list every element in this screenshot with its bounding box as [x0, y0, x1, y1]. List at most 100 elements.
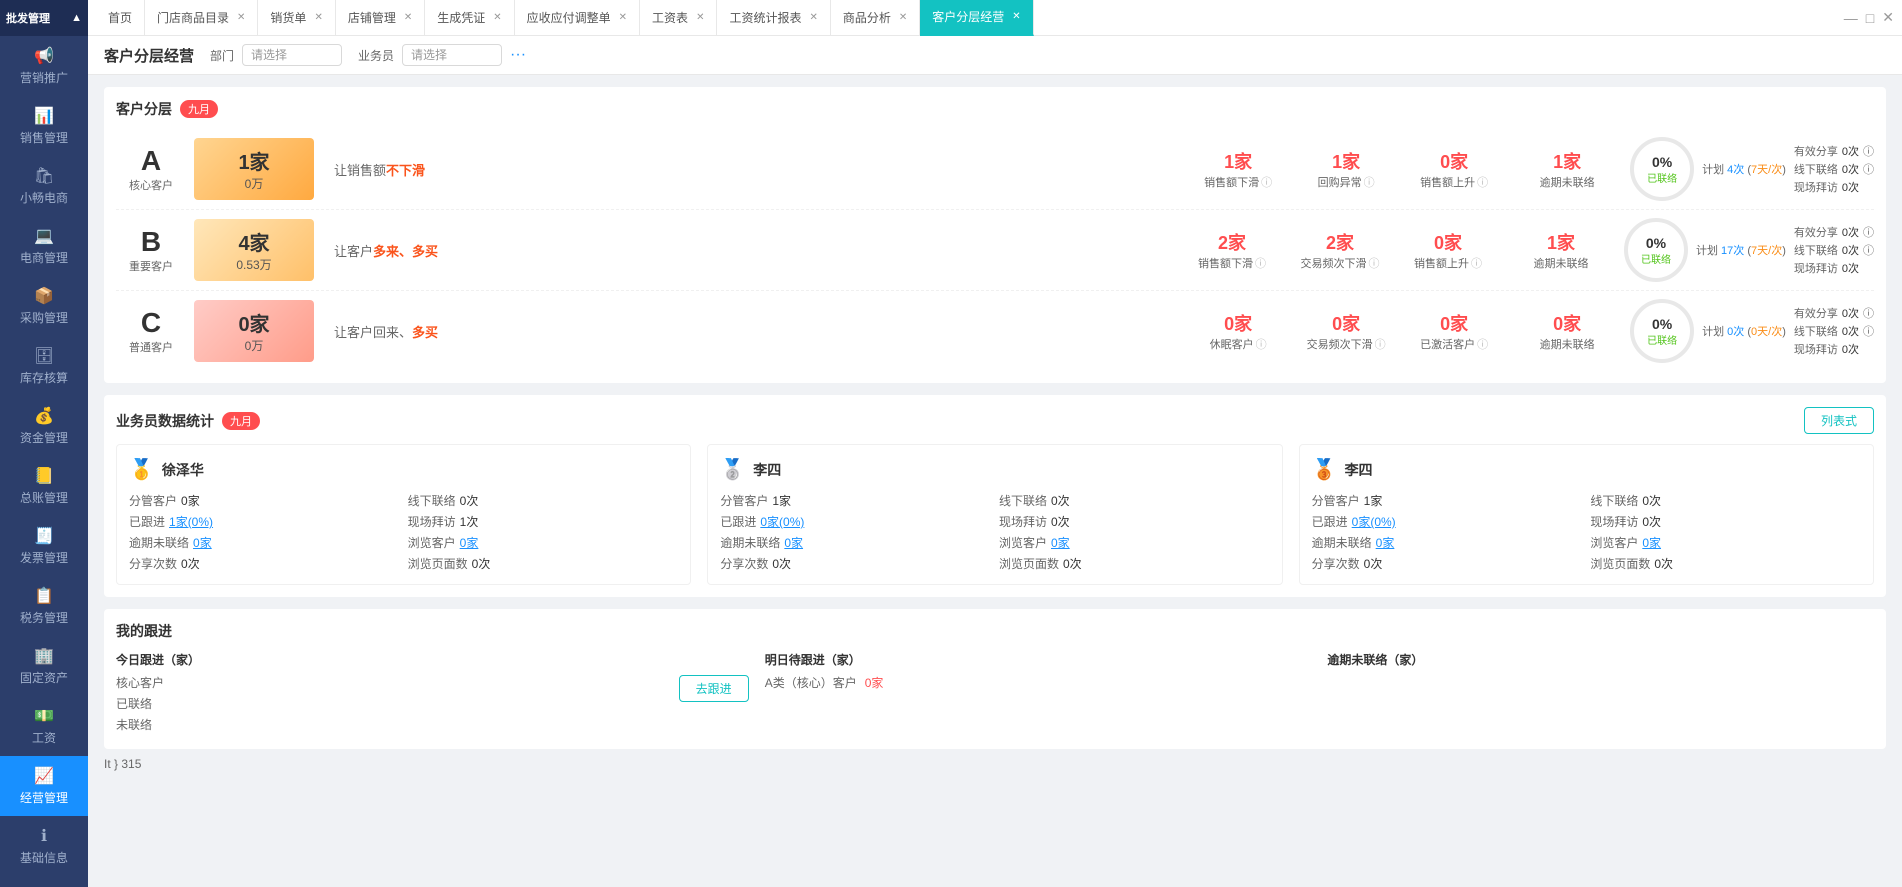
tier-right-stats-c: 有效分享 0次ⓘ 线下联络 0次ⓘ 现场拜访 0次: [1794, 305, 1874, 357]
tier-stat-count-b-2: 0家: [1434, 229, 1462, 255]
stat-line-a-0: 有效分享 0次ⓘ: [1794, 143, 1874, 159]
list-view-button[interactable]: 列表式: [1804, 407, 1874, 434]
sidebar-item-营销推广[interactable]: 📢 营销推广: [0, 36, 88, 96]
tier-bar-c[interactable]: 0家 0万: [194, 300, 314, 362]
tab-close-生成凭证[interactable]: ✕: [493, 12, 501, 23]
tier-stat-count-b-0: 2家: [1218, 229, 1246, 255]
tab-商品分析[interactable]: 商品分析 ✕: [831, 0, 920, 36]
tier-stat-count-b-1: 2家: [1326, 229, 1354, 255]
tier-bar-b[interactable]: 4家 0.53万: [194, 219, 314, 281]
bottom-text-area: It } 315: [104, 749, 1886, 779]
tab-close-客户分层经营[interactable]: ✕: [1012, 11, 1020, 22]
stat-label: 现场拜访: [1794, 179, 1838, 195]
tier-contact-count-c: 0家: [1553, 310, 1581, 336]
tab-应收应付调整单[interactable]: 应收应付调整单 ✕: [515, 0, 640, 36]
tier-amount-a: 0万: [245, 175, 264, 192]
sidebar-item-发票管理[interactable]: 🧾 发票管理: [0, 516, 88, 576]
sidebar-item-工资[interactable]: 💵 工资: [0, 696, 88, 756]
tab-首页[interactable]: 首页: [96, 0, 145, 36]
page-title: 客户分层经营: [104, 45, 194, 66]
tier-stat-b-1[interactable]: 2家 交易频次下滑 ⓘ: [1290, 229, 1390, 271]
tab-close-工资统计报表[interactable]: ✕: [809, 12, 817, 23]
goto-follow-button[interactable]: 去跟进: [679, 675, 749, 702]
tab-客户分层经营[interactable]: 客户分层经营 ✕: [920, 0, 1033, 36]
tab-close-all-icon[interactable]: ✕: [1882, 9, 1894, 26]
biz-stat-浏览页面数-1: 浏览页面数 0次: [999, 555, 1270, 572]
tab-close-商品分析[interactable]: ✕: [899, 12, 907, 23]
sidebar-icon-电商管理: 💻: [34, 226, 54, 246]
biz-stat-分管客户-1: 分管客户 1家: [720, 492, 991, 509]
sidebar-item-固定资产[interactable]: 🏢 固定资产: [0, 636, 88, 696]
tab-销货单[interactable]: 销货单 ✕: [258, 0, 335, 36]
sidebar-collapse-icon[interactable]: ▲: [71, 12, 82, 24]
biz-stat-逾期未联络-0: 逾期未联络 0家: [129, 534, 400, 551]
tab-店铺管理[interactable]: 店铺管理 ✕: [336, 0, 425, 36]
biz-medal-1: 🥈: [720, 457, 745, 482]
tier-label-a: A 核心客户: [116, 145, 186, 193]
stat-label: 线下联络: [1794, 323, 1838, 339]
tier-stat-label-c-0: 休眠客户 ⓘ: [1210, 336, 1267, 352]
tier-stat-c-1[interactable]: 0家 交易频次下滑 ⓘ: [1296, 310, 1396, 352]
tab-minimize-icon[interactable]: —: [1844, 10, 1858, 26]
follow-tomorrow-row-0: A类（核心）客户 0家: [765, 674, 1312, 691]
sidebar-icon-工资: 💵: [34, 706, 54, 726]
sidebar-item-基础信息[interactable]: ℹ 基础信息: [0, 816, 88, 876]
biz-stats-title-group: 业务员数据统计 九月: [116, 411, 260, 431]
biz-stats-section: 业务员数据统计 九月 列表式 🥇 徐泽华 分管客户 0家: [104, 395, 1886, 597]
sidebar-label-电商管理: 电商管理: [20, 249, 68, 266]
biz-stat-浏览客户-1: 浏览客户 0家: [999, 534, 1270, 551]
tab-close-店铺管理[interactable]: ✕: [404, 12, 412, 23]
tier-stat-c-0[interactable]: 0家 休眠客户 ⓘ: [1188, 310, 1288, 352]
sidebar-label-采购管理: 采购管理: [20, 309, 68, 326]
filter-dots-icon[interactable]: ···: [510, 46, 526, 64]
tab-生成凭证[interactable]: 生成凭证 ✕: [425, 0, 514, 36]
follow-tomorrow-title: 明日待跟进（家）: [765, 651, 1312, 668]
tab-close-门店商品目录[interactable]: ✕: [237, 12, 245, 23]
tab-工资统计报表[interactable]: 工资统计报表 ✕: [717, 0, 830, 36]
biz-stat-逾期未联络-1: 逾期未联络 0家: [720, 534, 991, 551]
sidebar-item-电商管理[interactable]: 💻 电商管理: [0, 216, 88, 276]
dept-select[interactable]: 请选择: [242, 44, 342, 66]
tab-restore-icon[interactable]: □: [1866, 10, 1874, 26]
biz-person-1: 🥈 李四: [720, 457, 1269, 482]
tier-stat-b-2[interactable]: 0家 销售额上升 ⓘ: [1398, 229, 1498, 271]
sidebar-item-经营管理[interactable]: 📈 经营管理: [0, 756, 88, 816]
sidebar-item-税务管理[interactable]: 📋 税务管理: [0, 576, 88, 636]
sales-select[interactable]: 请选择: [402, 44, 502, 66]
tier-stat-label-b-0: 销售额下滑 ⓘ: [1198, 255, 1266, 271]
sidebar-header[interactable]: 批发管理 ▲: [0, 0, 88, 36]
tier-slogan-a: 让销售额不下滑: [322, 160, 1180, 179]
tier-bar-a[interactable]: 1家 0万: [194, 138, 314, 200]
tier-stat-c-2[interactable]: 0家 已激活客户 ⓘ: [1404, 310, 1504, 352]
stat-label: 现场拜访: [1794, 260, 1838, 276]
biz-stat-现场拜访-2: 现场拜访 0次: [1590, 513, 1861, 530]
tab-门店商品目录[interactable]: 门店商品目录 ✕: [145, 0, 258, 36]
tab-close-工资表[interactable]: ✕: [696, 12, 704, 23]
follow-grid: 今日跟进（家） 核心客户 已联络 未联络 去跟进: [116, 651, 1874, 737]
follow-today-label-2: 未联络: [116, 716, 152, 733]
tier-slogan-b: 让客户多来、多买: [322, 241, 1174, 260]
tier-stat-b-0[interactable]: 2家 销售额下滑 ⓘ: [1182, 229, 1282, 271]
tier-stat-a-1[interactable]: 1家 回购异常 ⓘ: [1296, 148, 1396, 190]
tier-slogan-c: 让客户回来、多买: [322, 322, 1180, 341]
tier-stat-label-b-1: 交易频次下滑 ⓘ: [1300, 255, 1379, 271]
tier-name-b: 重要客户: [129, 258, 173, 274]
biz-stat-已跟进-1: 已跟进 0家(0%): [720, 513, 991, 530]
tier-stat-a-2[interactable]: 0家 销售额上升 ⓘ: [1404, 148, 1504, 190]
sidebar-item-库存核算[interactable]: 🗄 库存核算: [0, 336, 88, 396]
tier-circle-pct-c: 0%: [1652, 316, 1672, 332]
sidebar-item-销售管理[interactable]: 📊 销售管理: [0, 96, 88, 156]
tab-close-销货单[interactable]: ✕: [314, 12, 322, 23]
tab-工资表[interactable]: 工资表 ✕: [640, 0, 717, 36]
sidebar-item-采购管理[interactable]: 📦 采购管理: [0, 276, 88, 336]
tier-stat-a-0[interactable]: 1家 销售额下滑 ⓘ: [1188, 148, 1288, 190]
sidebar-item-系统管理[interactable]: ⚙ 系统管理: [0, 876, 88, 887]
sidebar-item-总账管理[interactable]: 📒 总账管理: [0, 456, 88, 516]
tier-amount-c: 0万: [245, 337, 264, 354]
sidebar-item-小畅电商[interactable]: 🛍 小畅电商: [0, 156, 88, 216]
sidebar-item-资金管理[interactable]: 💰 资金管理: [0, 396, 88, 456]
tab-label-首页: 首页: [108, 9, 132, 26]
sidebar-icon-采购管理: 📦: [34, 286, 54, 306]
tab-close-应收应付调整单[interactable]: ✕: [619, 12, 627, 23]
biz-stat-分管客户-2: 分管客户 1家: [1312, 492, 1583, 509]
